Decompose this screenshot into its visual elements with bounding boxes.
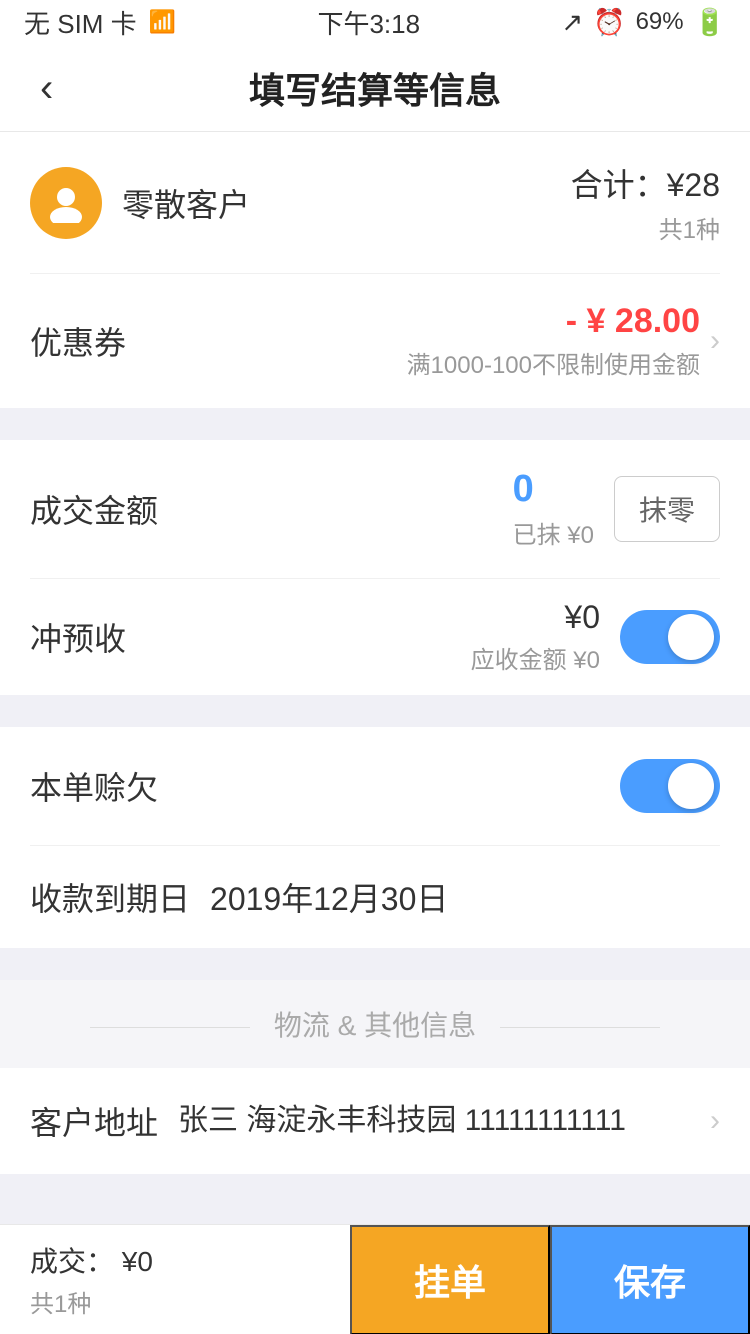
bottom-bar: 成交： ¥0 共1种 挂单 保存 xyxy=(0,1224,750,1334)
customer-totals: 合计：¥28 共1种 xyxy=(571,160,720,245)
deal-amount-value: 0 xyxy=(513,468,594,511)
customer-name: 零散客户 xyxy=(122,180,250,226)
status-time: 下午3:18 xyxy=(317,4,420,41)
debt-section: 本单赊欠 收款到期日 2019年12月30日 xyxy=(0,727,750,948)
coupon-label: 优惠券 xyxy=(30,318,126,364)
battery-icon: 🔋 xyxy=(694,7,726,38)
address-value: 张三 海淀永丰科技园 11111111111 xyxy=(178,1098,626,1144)
address-label: 客户地址 xyxy=(30,1098,158,1144)
address-chevron-icon: › xyxy=(710,1104,720,1138)
coupon-info: - ¥ 28.00 满1000-100不限制使用金额 xyxy=(407,302,700,380)
customer-avatar xyxy=(30,167,102,239)
address-row[interactable]: 客户地址 张三 海淀永丰科技园 11111111111 › xyxy=(0,1068,750,1174)
coupon-right: - ¥ 28.00 满1000-100不限制使用金额 › xyxy=(407,302,720,380)
wifi-icon: 📶 xyxy=(149,9,176,35)
deal-amount-right: 0 已抹 ¥0 抹零 xyxy=(513,468,720,550)
battery-level: 69% xyxy=(636,8,684,36)
due-date-value: 2019年12月30日 xyxy=(210,874,448,920)
due-date-label: 收款到期日 xyxy=(30,874,190,920)
back-button[interactable]: ‹ xyxy=(30,58,63,118)
prepay-right: ¥0 应收金额 ¥0 xyxy=(471,599,720,675)
coupon-row[interactable]: 优惠券 - ¥ 28.00 满1000-100不限制使用金额 › xyxy=(0,274,750,408)
prepay-values: ¥0 应收金额 ¥0 xyxy=(471,599,600,675)
logistics-title: 物流 & 其他信息 xyxy=(274,1010,476,1041)
deal-amount-sub: 已抹 ¥0 xyxy=(513,515,594,550)
customer-left: 零散客户 xyxy=(30,167,250,239)
logistics-line-right xyxy=(500,1027,660,1028)
customer-section: 零散客户 合计：¥28 共1种 优惠券 - ¥ 28.00 满1000-100不… xyxy=(0,132,750,408)
logistics-section: 物流 & 其他信息 xyxy=(0,980,750,1068)
coupon-discount: - ¥ 28.00 xyxy=(407,302,700,341)
due-date-row: 收款到期日 2019年12月30日 xyxy=(0,846,750,948)
nav-bar: ‹ 填写结算等信息 xyxy=(0,44,750,132)
address-left: 客户地址 张三 海淀永丰科技园 11111111111 xyxy=(30,1098,626,1144)
address-section: 客户地址 张三 海淀永丰科技园 11111111111 › xyxy=(0,1068,750,1174)
deal-amount-info: 0 已抹 ¥0 xyxy=(513,468,594,550)
prepay-row: 冲预收 ¥0 应收金额 ¥0 xyxy=(0,579,750,695)
deal-amount-section: 成交金额 0 已抹 ¥0 抹零 冲预收 ¥0 应收金额 ¥0 xyxy=(0,440,750,695)
sim-status: 无 SIM 卡 xyxy=(24,4,137,41)
status-left: 无 SIM 卡 📶 xyxy=(24,4,176,41)
logistics-line-left xyxy=(90,1027,250,1028)
section-divider-3 xyxy=(0,964,750,980)
total-count: 共1种 xyxy=(571,210,720,245)
prepay-toggle[interactable] xyxy=(620,610,720,664)
bottom-item-count: 共1种 xyxy=(30,1284,320,1319)
total-amount: 合计：¥28 xyxy=(571,160,720,206)
bottom-deal-amount: 成交： ¥0 xyxy=(30,1240,320,1280)
page-title: 填写结算等信息 xyxy=(249,62,501,114)
prepay-amount: ¥0 xyxy=(471,599,600,636)
hold-order-button[interactable]: 挂单 xyxy=(350,1225,550,1334)
status-right: ↗ ⏰ 69% 🔋 xyxy=(561,7,726,38)
chevron-right-icon: › xyxy=(710,324,720,358)
save-button[interactable]: 保存 xyxy=(550,1225,750,1334)
round-zero-button[interactable]: 抹零 xyxy=(614,476,720,542)
customer-row: 零散客户 合计：¥28 共1种 xyxy=(0,132,750,273)
deal-amount-label: 成交金额 xyxy=(30,486,158,532)
debt-toggle[interactable] xyxy=(620,759,720,813)
alarm-icon: ⏰ xyxy=(593,7,625,38)
debt-row: 本单赊欠 xyxy=(0,727,750,845)
content-area: 零散客户 合计：¥28 共1种 优惠券 - ¥ 28.00 满1000-100不… xyxy=(0,132,750,1310)
location-icon: ↗ xyxy=(561,7,583,38)
coupon-desc: 满1000-100不限制使用金额 xyxy=(407,345,700,380)
status-bar: 无 SIM 卡 📶 下午3:18 ↗ ⏰ 69% 🔋 xyxy=(0,0,750,44)
section-divider-2 xyxy=(0,711,750,727)
prepay-label: 冲预收 xyxy=(30,614,126,660)
section-divider-1 xyxy=(0,424,750,440)
bottom-summary: 成交： ¥0 共1种 xyxy=(0,1240,350,1319)
debt-label: 本单赊欠 xyxy=(30,763,158,809)
prepay-sub: 应收金额 ¥0 xyxy=(471,640,600,675)
deal-amount-row: 成交金额 0 已抹 ¥0 抹零 xyxy=(0,440,750,578)
